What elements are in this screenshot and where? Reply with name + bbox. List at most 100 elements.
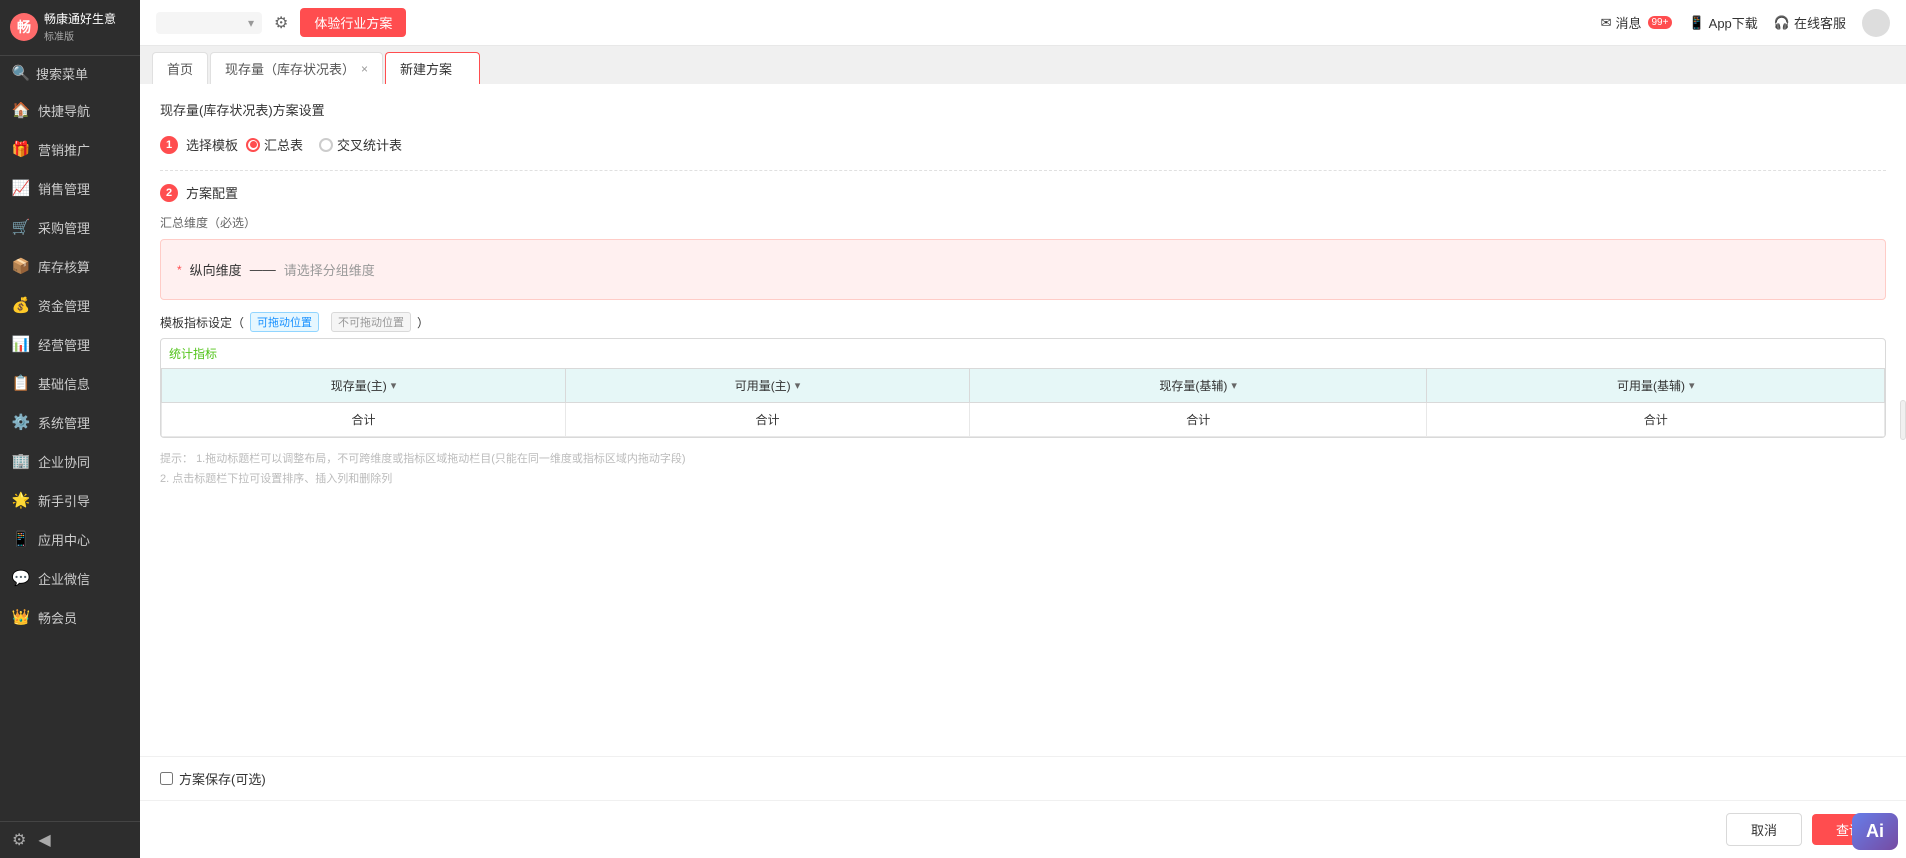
sidebar-item-newbie[interactable]: 🌟 新手引导 [0, 481, 140, 520]
radio-cross-label: 交叉统计表 [337, 135, 402, 154]
save-label: 方案保存(可选) [179, 769, 266, 788]
template-options: 汇总表 交叉统计表 [246, 135, 402, 154]
tabbar: 首页 现存量（库存状况表） × 新建方案 × [140, 46, 1906, 84]
section-template: 1 选择模板 汇总表 交叉统计表 [160, 135, 1886, 154]
sidebar-item-label: 快捷导航 [38, 101, 90, 120]
app-download-button[interactable]: 📱 App下载 [1688, 13, 1757, 32]
radio-cross[interactable]: 交叉统计表 [319, 135, 402, 154]
sidebar: 畅 畅康通好生意 标准版 🔍 搜索菜单 🏠 快捷导航 🎁 营销推广 📈 销售管理… [0, 0, 140, 858]
user-avatar[interactable] [1862, 9, 1890, 37]
sidebar-item-label: 销售管理 [38, 179, 90, 198]
sidebar-item-sales[interactable]: 📈 销售管理 [0, 169, 140, 208]
stats-table-wrap: 统计指标 现存量(主) ▾ [160, 338, 1886, 438]
cell-0-0: 合计 [162, 403, 566, 437]
chevron-down-icon-3: ▾ [1689, 379, 1695, 392]
cell-0-3: 合计 [1427, 403, 1885, 437]
sidebar-item-operations[interactable]: 📊 经营管理 [0, 325, 140, 364]
tab-home-label: 首页 [167, 59, 193, 78]
search-label: 搜索菜单 [36, 64, 88, 83]
chat-icon: 💬 [12, 569, 30, 587]
radio-summary[interactable]: 汇总表 [246, 135, 303, 154]
sidebar-item-finance[interactable]: 💰 资金管理 [0, 286, 140, 325]
sidebar-item-enterprise[interactable]: 🏢 企业协同 [0, 442, 140, 481]
topbar: ▾ ⚙ 体验行业方案 ✉ 消息 99+ 📱 App下载 🎧 在线客服 [140, 0, 1906, 46]
chevron-down-icon-2: ▾ [1231, 379, 1237, 392]
star-icon: 🌟 [12, 491, 30, 509]
headset-icon: 🎧 [1774, 15, 1790, 31]
sidebar-item-system[interactable]: ⚙️ 系统管理 [0, 403, 140, 442]
sidebar-item-label: 经营管理 [38, 335, 90, 354]
resize-handle[interactable] [1900, 400, 1906, 440]
topbar-right: ✉ 消息 99+ 📱 App下载 🎧 在线客服 [1601, 9, 1890, 37]
tab-inventory-label: 现存量（库存状况表） [225, 59, 355, 78]
sidebar-item-label: 企业协同 [38, 452, 90, 471]
col-header-0[interactable]: 现存量(主) ▾ [162, 369, 566, 403]
non-draggable-badge: 不可拖动位置 [331, 312, 411, 332]
sidebar-item-quick-nav[interactable]: 🏠 快捷导航 [0, 91, 140, 130]
logo-text: 畅康通好生意 标准版 [44, 12, 116, 43]
topbar-search-input[interactable] [164, 16, 244, 30]
section-config: 2 方案配置 汇总维度（必选） * 纵向维度 —— 请选择分组维度 模板指标设定… [160, 183, 1886, 490]
radio-summary-dot [250, 141, 257, 148]
topbar-search-wrap[interactable]: ▾ [156, 12, 262, 34]
trial-industry-button[interactable]: 体验行业方案 [300, 8, 406, 37]
chevron-down-icon-1: ▾ [795, 379, 801, 392]
dimension-dash: —— [250, 262, 276, 277]
dimension-area[interactable]: * 纵向维度 —— 请选择分组维度 [160, 239, 1886, 300]
settings-button[interactable]: ⚙ [270, 9, 292, 37]
cancel-button[interactable]: 取消 [1726, 813, 1802, 846]
sidebar-item-label: 资金管理 [38, 296, 90, 315]
col-header-3[interactable]: 可用量(基辅) ▾ [1427, 369, 1885, 403]
box-icon: 📦 [12, 257, 30, 275]
tab-inventory-close[interactable]: × [361, 62, 368, 76]
tab-home[interactable]: 首页 [152, 52, 208, 84]
online-service-button[interactable]: 🎧 在线客服 [1774, 13, 1846, 32]
sidebar-item-wechat[interactable]: 💬 企业微信 [0, 559, 140, 598]
sidebar-item-marketing[interactable]: 🎁 营销推广 [0, 130, 140, 169]
col-header-1[interactable]: 可用量(主) ▾ [565, 369, 969, 403]
search-icon: 🔍 [12, 64, 30, 82]
sidebar-item-member[interactable]: 👑 畅会员 [0, 598, 140, 637]
gear-icon: ⚙️ [12, 413, 30, 431]
chevron-down-icon-0: ▾ [391, 379, 397, 392]
ai-badge[interactable]: Ai [1852, 813, 1898, 850]
divider1 [160, 170, 1886, 171]
main-area: ▾ ⚙ 体验行业方案 ✉ 消息 99+ 📱 App下载 🎧 在线客服 首页 [140, 0, 1906, 858]
app-icon: 📱 [12, 530, 30, 548]
sidebar-item-label: 系统管理 [38, 413, 90, 432]
indicator-config-prefix: 模板指标设定（ [160, 314, 244, 331]
tip-text-1: 2. 点击标题栏下拉可设置排序、插入列和删除列 [160, 473, 392, 485]
collapse-icon[interactable]: ◀ [38, 830, 50, 850]
sidebar-search[interactable]: 🔍 搜索菜单 [0, 56, 140, 91]
tab-inventory-status[interactable]: 现存量（库存状况表） × [210, 52, 383, 84]
table-row: 合计 合计 合计 合计 [162, 403, 1885, 437]
messages-button[interactable]: ✉ 消息 99+ [1601, 13, 1673, 32]
tab-new-label: 新建方案 [400, 59, 452, 78]
sidebar-item-inventory[interactable]: 📦 库存核算 [0, 247, 140, 286]
col-header-2[interactable]: 现存量(基辅) ▾ [969, 369, 1427, 403]
sidebar-item-basic-info[interactable]: 📋 基础信息 [0, 364, 140, 403]
indicator-config-suffix: ） [417, 314, 429, 331]
col-header-0-label: 现存量(主) [331, 377, 387, 394]
page-title: 现存量(库存状况表)方案设置 [160, 100, 1886, 119]
crown-icon: 👑 [12, 608, 30, 626]
save-checkbox[interactable] [160, 772, 173, 785]
tab-new-plan[interactable]: 新建方案 × [385, 52, 480, 84]
app-logo: 畅 畅康通好生意 标准版 [0, 0, 140, 56]
indicators-config: 模板指标设定（ 可拖动位置 不可拖动位置 ） 统计指标 [160, 312, 1886, 490]
cell-0-1: 合计 [565, 403, 969, 437]
tip-1: 2. 点击标题栏下拉可设置排序、插入列和删除列 [160, 470, 1886, 490]
sidebar-item-label: 应用中心 [38, 530, 90, 549]
radio-summary-label: 汇总表 [264, 135, 303, 154]
draggable-badge: 可拖动位置 [250, 312, 319, 332]
sidebar-scroll: 🔍 搜索菜单 🏠 快捷导航 🎁 营销推广 📈 销售管理 🛒 采购管理 📦 库存核… [0, 56, 140, 821]
sidebar-item-app-center[interactable]: 📱 应用中心 [0, 520, 140, 559]
dimension-placeholder: 请选择分组维度 [284, 260, 375, 279]
messages-badge: 99+ [1648, 16, 1673, 29]
sidebar-item-purchase[interactable]: 🛒 采购管理 [0, 208, 140, 247]
stats-label: 统计指标 [161, 339, 1885, 368]
tab-new-close[interactable]: × [458, 62, 465, 76]
tip-0: 提示： 1.拖动标题栏可以调整布局，不可跨维度或指标区域拖动栏目(只能在同一维度… [160, 450, 1886, 470]
settings-icon[interactable]: ⚙ [12, 830, 26, 850]
ops-icon: 📊 [12, 335, 30, 353]
